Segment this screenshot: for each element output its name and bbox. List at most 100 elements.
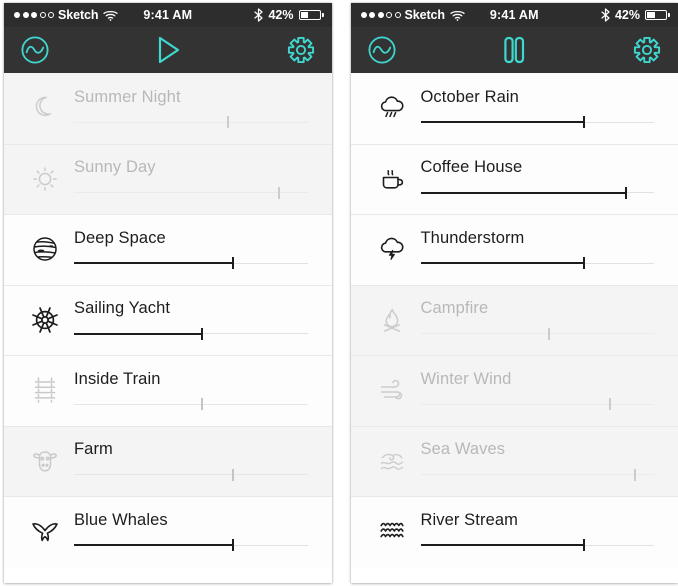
signal-strength-dots <box>14 12 54 18</box>
carrier-name: Sketch <box>58 8 99 22</box>
sound-row-body: Winter Wind <box>419 370 654 410</box>
sound-row-body: Summer Night <box>72 87 308 128</box>
slider-thumb[interactable] <box>608 398 611 410</box>
sound-row[interactable]: Campfire <box>350 284 678 355</box>
sound-row[interactable]: Sea Waves <box>350 425 678 496</box>
sound-row[interactable]: Deep Space <box>4 214 332 285</box>
slider-thumb[interactable] <box>201 327 204 340</box>
slider-thumb[interactable] <box>582 116 585 128</box>
slider-thumb[interactable] <box>634 468 637 481</box>
bluetooth-icon <box>601 8 610 22</box>
coffee-cup-icon <box>365 162 419 196</box>
volume-slider[interactable] <box>74 116 308 128</box>
slider-thumb[interactable] <box>582 539 585 551</box>
slider-track <box>420 403 654 405</box>
signal-dot <box>39 12 46 18</box>
sound-row[interactable]: Summer Night <box>4 73 332 144</box>
volume-slider[interactable] <box>420 257 654 269</box>
wave-circle-logo-icon[interactable] <box>20 35 50 65</box>
sound-row[interactable]: Coffee House <box>350 143 678 214</box>
volume-slider[interactable] <box>74 257 308 269</box>
carrier-name: Sketch <box>404 8 446 22</box>
pause-icon[interactable] <box>499 34 529 66</box>
slider-thumb[interactable] <box>582 257 585 269</box>
signal-dot <box>386 12 392 18</box>
sound-title: Sea Waves <box>420 440 506 458</box>
slider-fill <box>420 262 584 264</box>
status-bar: Sketch 9:41 AM 42% <box>350 3 678 27</box>
volume-slider[interactable] <box>420 398 654 410</box>
sound-row-body: Blue Whales <box>72 511 308 551</box>
sound-row[interactable]: October Rain <box>350 73 678 144</box>
battery-cap <box>668 13 670 17</box>
sound-title: Coffee House <box>420 158 523 176</box>
signal-dot <box>377 12 384 18</box>
sound-row-body: Sailing Yacht <box>72 300 308 340</box>
wifi-icon <box>450 9 465 21</box>
slider-thumb[interactable] <box>231 257 234 269</box>
sound-row-body: Sunny Day <box>72 159 308 199</box>
rain-cloud-icon <box>365 91 419 125</box>
cow-icon <box>18 444 72 478</box>
sound-row[interactable]: Blue Whales <box>4 496 332 567</box>
slider-fill <box>74 544 233 546</box>
slider-fill <box>420 121 584 123</box>
battery-icon <box>645 10 670 20</box>
sound-title: Deep Space <box>74 228 166 247</box>
signal-dot <box>369 12 375 18</box>
battery-percent-label: 42% <box>268 8 294 22</box>
play-icon[interactable] <box>152 34 184 66</box>
sound-row-body: Sea Waves <box>419 440 654 481</box>
volume-slider[interactable] <box>74 539 308 551</box>
gear-icon[interactable] <box>632 35 662 65</box>
sound-row[interactable]: Winter Wind <box>350 355 678 426</box>
sound-row-body: Deep Space <box>72 228 308 269</box>
slider-thumb[interactable] <box>227 116 230 128</box>
volume-slider[interactable] <box>420 327 654 340</box>
ship-wheel-icon <box>18 303 72 337</box>
slider-thumb[interactable] <box>231 468 234 481</box>
volume-slider[interactable] <box>420 116 654 128</box>
slider-track <box>74 403 308 405</box>
phone-screen-right: Sketch 9:41 AM 42% October Rain Coffee House… <box>350 3 678 583</box>
volume-slider[interactable] <box>74 327 308 340</box>
sound-title: Thunderstorm <box>420 228 525 247</box>
battery-percent-label: 42% <box>614 8 640 22</box>
planet-icon <box>18 232 72 266</box>
sound-row-body: Farm <box>72 441 308 481</box>
sound-title: Summer Night <box>74 87 181 106</box>
slider-thumb[interactable] <box>278 186 281 199</box>
slider-thumb[interactable] <box>547 327 550 340</box>
battery-fill <box>647 12 655 18</box>
status-bar-right: 42% <box>254 8 324 22</box>
sound-row[interactable]: Sailing Yacht <box>4 284 332 355</box>
status-bar-left: Sketch <box>14 8 119 22</box>
phone-screen-left: Sketch 9:41 AM 42% Summer Night Sunny Day Dee… <box>4 3 332 583</box>
volume-slider[interactable] <box>74 186 308 199</box>
signal-dot <box>360 12 367 18</box>
wave-circle-logo-icon[interactable] <box>367 35 397 65</box>
slider-track <box>74 192 308 193</box>
slider-fill <box>74 332 203 335</box>
sound-row[interactable]: Thunderstorm <box>350 214 678 285</box>
sound-row[interactable]: Farm <box>4 425 332 496</box>
slider-thumb[interactable] <box>624 186 627 199</box>
sound-row[interactable]: Inside Train <box>4 355 332 426</box>
volume-slider[interactable] <box>74 468 308 481</box>
bluetooth-icon <box>254 8 264 22</box>
sound-title: River Stream <box>420 510 518 529</box>
sound-row[interactable]: River Stream <box>350 496 678 567</box>
sound-list: October Rain Coffee House Thunderstorm Camp… <box>350 73 678 583</box>
sound-row[interactable]: Sunny Day <box>4 143 332 214</box>
volume-slider[interactable] <box>420 186 654 199</box>
volume-slider[interactable] <box>74 398 308 410</box>
gear-icon[interactable] <box>286 35 316 65</box>
whale-tail-icon <box>18 514 72 548</box>
slider-thumb[interactable] <box>231 539 234 551</box>
sound-row-body: Coffee House <box>419 158 654 199</box>
volume-slider[interactable] <box>420 468 654 481</box>
battery-body <box>645 10 667 20</box>
slider-thumb[interactable] <box>201 398 204 410</box>
slider-fill <box>420 544 584 546</box>
volume-slider[interactable] <box>420 539 654 551</box>
